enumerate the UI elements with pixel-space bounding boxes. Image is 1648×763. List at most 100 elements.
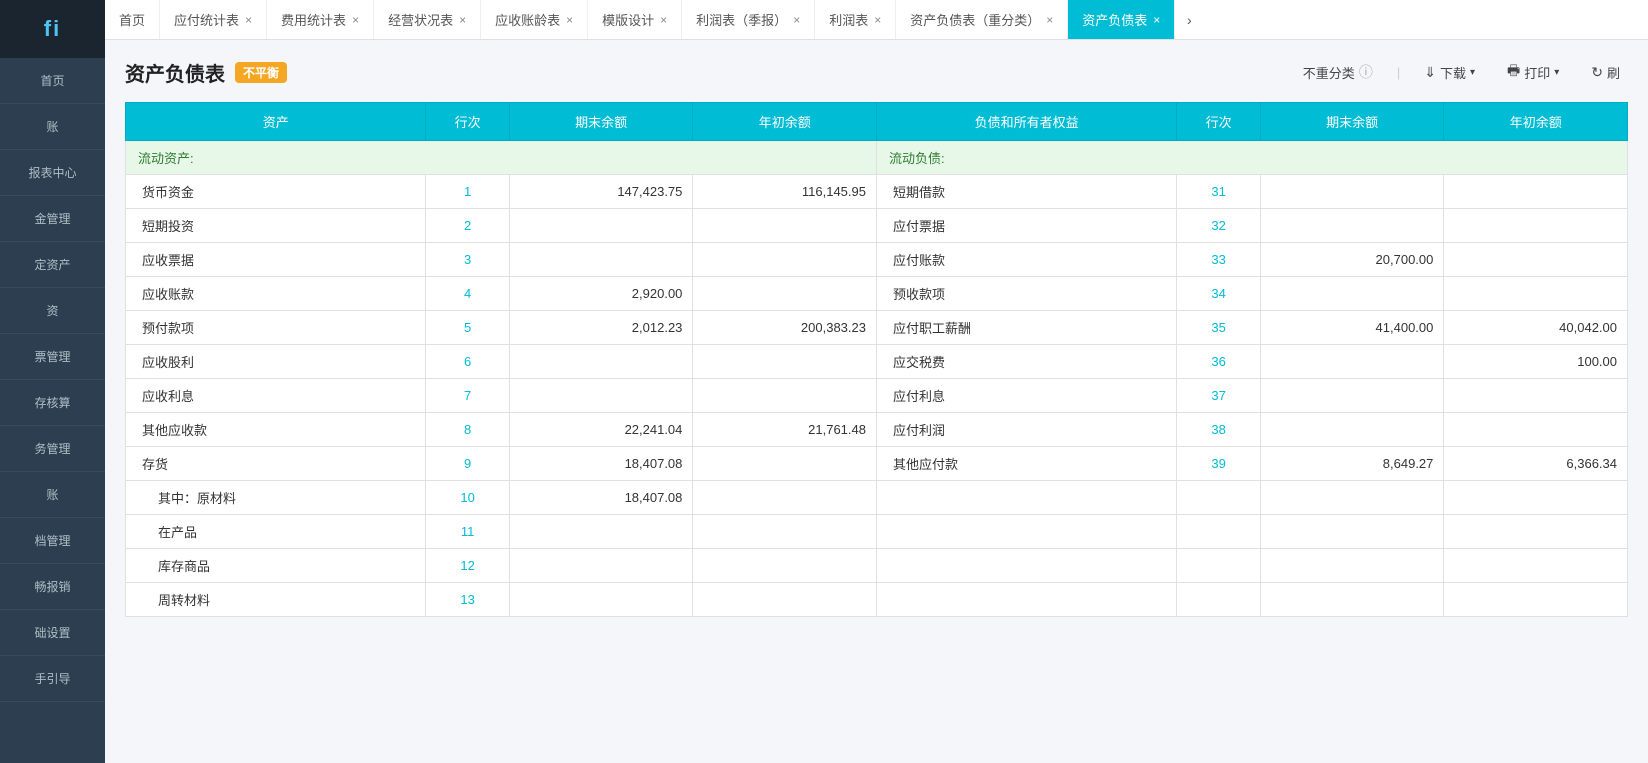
begin-balance-right <box>1444 481 1628 515</box>
tab-profit-quarterly[interactable]: 利润表（季报） × <box>682 0 815 39</box>
tab-receivable-aging[interactable]: 应收账龄表 × <box>481 0 588 39</box>
tab-scroll-right[interactable]: › <box>1175 0 1203 39</box>
print-btn[interactable]: 🖶 打印 ▾ <box>1499 56 1567 88</box>
table-row: 应收股利 6 应交税费 36 100.00 <box>126 345 1628 379</box>
table-row: 存货 9 18,407.08 其他应付款 39 8,649.27 6,366.3… <box>126 447 1628 481</box>
begin-balance-left <box>693 379 877 413</box>
begin-balance-right <box>1444 243 1628 277</box>
tab-template-design-label: 模版设计 <box>602 10 654 29</box>
col-begin-balance-left: 年初余额 <box>693 103 877 141</box>
sidebar-item-guide[interactable]: 手引导 <box>0 656 105 702</box>
tab-home-label: 首页 <box>119 10 145 29</box>
tab-expense-stats-close[interactable]: × <box>352 13 359 27</box>
row-num-left: 13 <box>426 583 509 617</box>
refresh-btn[interactable]: ↻ 刷 <box>1583 59 1628 86</box>
liability-name <box>876 481 1176 515</box>
tab-receivable-aging-label: 应收账龄表 <box>495 10 560 29</box>
refresh-label: 刷 <box>1607 63 1620 82</box>
sidebar-item-fixed-assets[interactable]: 定资产 <box>0 242 105 288</box>
sidebar-item-ticket-mgmt[interactable]: 票管理 <box>0 334 105 380</box>
sidebar-item-inventory[interactable]: 存核算 <box>0 380 105 426</box>
table-section-row: 流动资产: 流动负债: <box>126 141 1628 175</box>
no-reclassify-label: 不重分类 <box>1303 63 1355 82</box>
row-num-right: 36 <box>1177 345 1260 379</box>
begin-balance-right: 40,042.00 <box>1444 311 1628 345</box>
table-row: 预付款项 5 2,012.23 200,383.23 应付职工薪酬 35 41,… <box>126 311 1628 345</box>
col-row-num-right: 行次 <box>1177 103 1260 141</box>
liability-name: 应付利息 <box>876 379 1176 413</box>
section-right-label: 流动负债: <box>876 141 1627 175</box>
row-num-left: 10 <box>426 481 509 515</box>
sidebar-item-account2[interactable]: 账 <box>0 472 105 518</box>
asset-name: 在产品 <box>126 515 426 549</box>
tab-profit-quarterly-close[interactable]: × <box>793 13 800 27</box>
end-balance-left: 22,241.04 <box>509 413 693 447</box>
begin-balance-left <box>693 515 877 549</box>
asset-name: 短期投资 <box>126 209 426 243</box>
end-balance-right <box>1260 379 1444 413</box>
begin-balance-left <box>693 209 877 243</box>
tab-expense-stats[interactable]: 费用统计表 × <box>267 0 374 39</box>
asset-name: 库存商品 <box>126 549 426 583</box>
tab-profit[interactable]: 利润表 × <box>815 0 896 39</box>
sidebar-item-home[interactable]: 首页 <box>0 58 105 104</box>
begin-balance-right <box>1444 277 1628 311</box>
row-num-left: 4 <box>426 277 509 311</box>
asset-name: 其中：原材料 <box>126 481 426 515</box>
row-num-left: 2 <box>426 209 509 243</box>
end-balance-right <box>1260 549 1444 583</box>
liability-name <box>876 515 1176 549</box>
sidebar-item-file-mgmt[interactable]: 档管理 <box>0 518 105 564</box>
col-asset: 资产 <box>126 103 426 141</box>
asset-name: 应收票据 <box>126 243 426 277</box>
tab-business-status[interactable]: 经营状况表 × <box>374 0 481 39</box>
col-end-balance-right: 期末余额 <box>1260 103 1444 141</box>
sidebar-item-expense[interactable]: 畅报销 <box>0 564 105 610</box>
tab-balance-reclassified-close[interactable]: × <box>1046 13 1053 27</box>
sidebar-item-fund-mgmt[interactable]: 金管理 <box>0 196 105 242</box>
help-icon[interactable]: ⓘ <box>1359 62 1373 82</box>
tab-template-design-close[interactable]: × <box>660 13 667 27</box>
tab-template-design[interactable]: 模版设计 × <box>588 0 682 39</box>
end-balance-right <box>1260 515 1444 549</box>
end-balance-left <box>509 345 693 379</box>
end-balance-left <box>509 583 693 617</box>
tab-home[interactable]: 首页 <box>105 0 160 39</box>
row-num-right: 33 <box>1177 243 1260 277</box>
sidebar-item-tax-mgmt[interactable]: 务管理 <box>0 426 105 472</box>
begin-balance-left <box>693 447 877 481</box>
row-num-left: 6 <box>426 345 509 379</box>
download-btn[interactable]: ⇓ 下载 ▾ <box>1416 59 1483 86</box>
tab-balance[interactable]: 资产负债表 × <box>1068 0 1175 39</box>
end-balance-right <box>1260 583 1444 617</box>
tab-profit-close[interactable]: × <box>874 13 881 27</box>
sidebar-item-assets[interactable]: 资 <box>0 288 105 334</box>
asset-name: 应收股利 <box>126 345 426 379</box>
table-row: 短期投资 2 应付票据 32 <box>126 209 1628 243</box>
end-balance-right: 41,400.00 <box>1260 311 1444 345</box>
end-balance-right <box>1260 277 1444 311</box>
tab-business-status-label: 经营状况表 <box>388 10 453 29</box>
tab-balance-close[interactable]: × <box>1153 13 1160 27</box>
sidebar-item-settings[interactable]: 础设置 <box>0 610 105 656</box>
tab-payable-stats-close[interactable]: × <box>245 13 252 27</box>
tab-balance-reclassified[interactable]: 资产负债表（重分类） × <box>896 0 1068 39</box>
row-num-left: 9 <box>426 447 509 481</box>
section-left-label: 流动资产: <box>126 141 877 175</box>
sidebar-item-report-center[interactable]: 报表中心 <box>0 150 105 196</box>
tab-payable-stats[interactable]: 应付统计表 × <box>160 0 267 39</box>
end-balance-left: 2,012.23 <box>509 311 693 345</box>
begin-balance-right <box>1444 549 1628 583</box>
begin-balance-right <box>1444 379 1628 413</box>
print-label: 打印 <box>1524 63 1550 82</box>
sidebar-item-account[interactable]: 账 <box>0 104 105 150</box>
tab-balance-reclassified-label: 资产负债表（重分类） <box>910 10 1040 29</box>
asset-name: 应收账款 <box>126 277 426 311</box>
tab-receivable-aging-close[interactable]: × <box>566 13 573 27</box>
liability-name: 应付利润 <box>876 413 1176 447</box>
end-balance-left <box>509 379 693 413</box>
liability-name: 短期借款 <box>876 175 1176 209</box>
begin-balance-right <box>1444 515 1628 549</box>
tab-business-status-close[interactable]: × <box>459 13 466 27</box>
no-reclassify-btn[interactable]: 不重分类 ⓘ <box>1295 58 1381 86</box>
